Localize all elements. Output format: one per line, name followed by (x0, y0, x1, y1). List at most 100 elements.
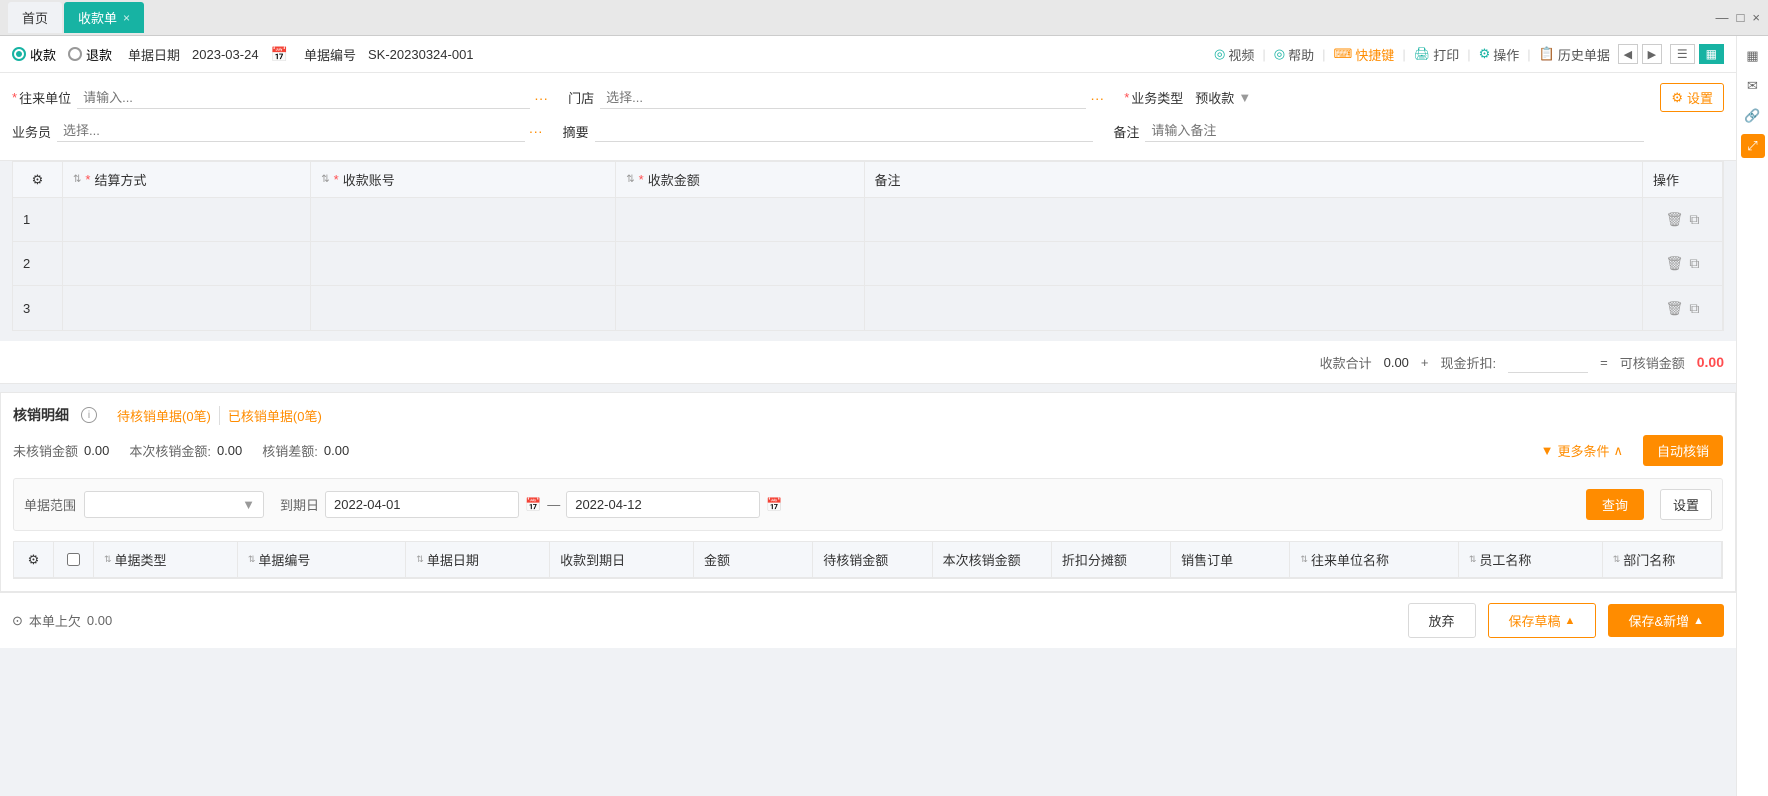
partner-more-icon[interactable]: ··· (534, 90, 548, 106)
filter-row: 单据范围 ▼ 到期日 📅 — 📅 查询 设置 (13, 478, 1723, 531)
operations-btn[interactable]: ⚙ 操作 (1479, 45, 1520, 64)
sidebar-table-icon[interactable]: ▦ (1741, 44, 1765, 68)
td-settlement-3[interactable] (63, 286, 311, 330)
sidebar-link-icon[interactable]: 🔗 (1741, 104, 1765, 128)
td-amount-3[interactable] (616, 286, 864, 330)
radio-receipt-dot (12, 47, 26, 61)
delete-icon-2[interactable]: 🗑 (1666, 255, 1684, 272)
verification-section: 核销明细 i 待核销单据(0笔) 已核销单据(0笔) 未核销金额 0.00 本次… (0, 392, 1736, 592)
copy-icon-2[interactable]: ⧉ (1689, 255, 1699, 272)
shortcuts-btn[interactable]: ⌨ 快捷键 (1334, 45, 1395, 64)
help-btn[interactable]: ◎ 帮助 (1274, 45, 1314, 64)
number-field: 单据编号 SK-20230324-001 (304, 45, 474, 64)
partner-input[interactable] (77, 87, 530, 109)
bottom-table-header: ⚙ ⇅ 单据类型 ⇅ 单据编号 ⇅ 单据日期 (14, 542, 1722, 578)
date-filter: 到期日 📅 — 📅 (280, 491, 782, 518)
bth-settings[interactable]: ⚙ (14, 542, 54, 577)
tab-home[interactable]: 首页 (8, 2, 62, 33)
td-settlement-2[interactable] (63, 242, 311, 285)
bth-check[interactable] (54, 542, 94, 577)
window-minimize[interactable]: — (1716, 10, 1729, 25)
save-arrow-icon: ▲ (1693, 615, 1704, 627)
date-from-input[interactable] (325, 491, 519, 518)
bth-dept: ⇅ 部门名称 (1603, 542, 1722, 577)
calendar-to-icon[interactable]: 📅 (766, 497, 782, 513)
td-amount-1[interactable] (616, 198, 864, 241)
pending-tab[interactable]: 待核销单据(0笔) (109, 406, 220, 425)
select-all-checkbox[interactable] (67, 553, 80, 566)
td-remark-3[interactable] (865, 286, 1643, 330)
footer: ⊙ 本单上欠 0.00 放弃 保存草稿 ▲ 保存&新增 ▲ (0, 592, 1736, 648)
business-type-arrow[interactable]: ▼ (1238, 90, 1251, 105)
bottom-table: ⚙ ⇅ 单据类型 ⇅ 单据编号 ⇅ 单据日期 (13, 541, 1723, 579)
save-new-button[interactable]: 保存&新增 ▲ (1608, 604, 1724, 637)
radio-refund[interactable]: 退款 (68, 45, 112, 64)
table-row: 1 🗑 ⧉ (13, 198, 1723, 242)
save-draft-button[interactable]: 保存草稿 ▲ (1488, 603, 1597, 638)
filter-settings-btn[interactable]: 设置 (1660, 489, 1712, 520)
chevron-up-icon: ∧ (1613, 443, 1623, 459)
summary-input[interactable] (595, 120, 1094, 142)
td-remark-2[interactable] (865, 242, 1643, 285)
history-icon: 📋 (1539, 46, 1555, 62)
bth-type: ⇅ 单据类型 (94, 542, 238, 577)
right-sidebar: ▦ ✉ 🔗 ⤢ (1736, 36, 1768, 796)
more-conditions-btn[interactable]: ▼ 更多条件 ∧ (1541, 441, 1623, 460)
business-type-value: 预收款 (1195, 88, 1234, 107)
radio-receipt[interactable]: 收款 (12, 45, 56, 64)
diff-stat: 核销差额: 0.00 (262, 441, 349, 460)
tab-close-icon[interactable]: × (123, 11, 130, 25)
store-more-icon[interactable]: ··· (1090, 90, 1104, 106)
window-close[interactable]: × (1752, 10, 1760, 25)
store-input[interactable] (600, 87, 1086, 109)
draft-arrow-icon: ▲ (1565, 615, 1576, 627)
history-btn[interactable]: 📋 历史单据 (1539, 45, 1610, 64)
done-tab[interactable]: 已核销单据(0笔) (220, 406, 330, 425)
next-arrow[interactable]: ▶ (1642, 44, 1662, 64)
td-remark-1[interactable] (865, 198, 1643, 241)
query-button[interactable]: 查询 (1586, 489, 1644, 520)
filter-icon: ▼ (1541, 443, 1554, 458)
prev-arrow[interactable]: ◀ (1618, 44, 1638, 64)
range-select[interactable]: ▼ (84, 491, 264, 518)
view-toggle: ☰ ▦ (1670, 44, 1724, 64)
video-btn[interactable]: ◎ 视频 (1214, 45, 1254, 64)
settings-button[interactable]: ⚙ 设置 (1660, 83, 1724, 112)
settings-gear-icon: ⚙ (32, 172, 44, 188)
delete-icon-3[interactable]: 🗑 (1666, 300, 1684, 317)
copy-icon-3[interactable]: ⧉ (1689, 300, 1699, 317)
range-select-arrow: ▼ (242, 497, 255, 512)
staff-input[interactable] (57, 120, 525, 142)
td-amount-2[interactable] (616, 242, 864, 285)
main-toolbar: 收款 退款 单据日期 2023-03-24 📅 单据编号 SK-20230324… (0, 36, 1736, 73)
delete-icon-1[interactable]: 🗑 (1666, 211, 1684, 228)
print-btn[interactable]: 🖨 打印 (1414, 45, 1460, 64)
td-settlement-1[interactable] (63, 198, 311, 241)
td-op-2: 🗑 ⧉ (1643, 242, 1723, 285)
grid-view-btn[interactable]: ▦ (1699, 44, 1724, 64)
abandon-button[interactable]: 放弃 (1408, 603, 1476, 638)
window-maximize[interactable]: □ (1737, 10, 1745, 25)
date-to-input[interactable] (566, 491, 760, 518)
toolbar-actions: ◎ 视频 | ◎ 帮助 | ⌨ 快捷键 | 🖨 打印 | (1214, 44, 1724, 64)
sidebar-expand-icon[interactable]: ⤢ (1741, 134, 1765, 158)
tab-receipt[interactable]: 收款单 × (64, 2, 144, 33)
th-settings[interactable]: ⚙ (13, 162, 63, 197)
calendar-icon[interactable]: 📅 (271, 46, 288, 63)
td-account-3[interactable] (311, 286, 616, 330)
bth-code: ⇅ 单据编号 (238, 542, 406, 577)
discount-input[interactable] (1508, 351, 1588, 373)
sidebar-mail-icon[interactable]: ✉ (1741, 74, 1765, 98)
remark-input[interactable] (1145, 120, 1644, 142)
auto-verification-btn[interactable]: 自动核销 (1643, 435, 1723, 466)
info-icon[interactable]: i (81, 407, 97, 423)
td-account-2[interactable] (311, 242, 616, 285)
summary-row: 收款合计 0.00 + 现金折扣: = 可核销金额 0.00 (0, 341, 1736, 384)
td-account-1[interactable] (311, 198, 616, 241)
section-header: 核销明细 i 待核销单据(0笔) 已核销单据(0笔) (13, 405, 1723, 425)
list-view-btn[interactable]: ☰ (1670, 44, 1695, 64)
bth-current: 本次核销金额 (933, 542, 1052, 577)
copy-icon-1[interactable]: ⧉ (1689, 211, 1699, 228)
staff-more-icon[interactable]: ··· (529, 123, 543, 139)
calendar-from-icon[interactable]: 📅 (525, 497, 541, 513)
